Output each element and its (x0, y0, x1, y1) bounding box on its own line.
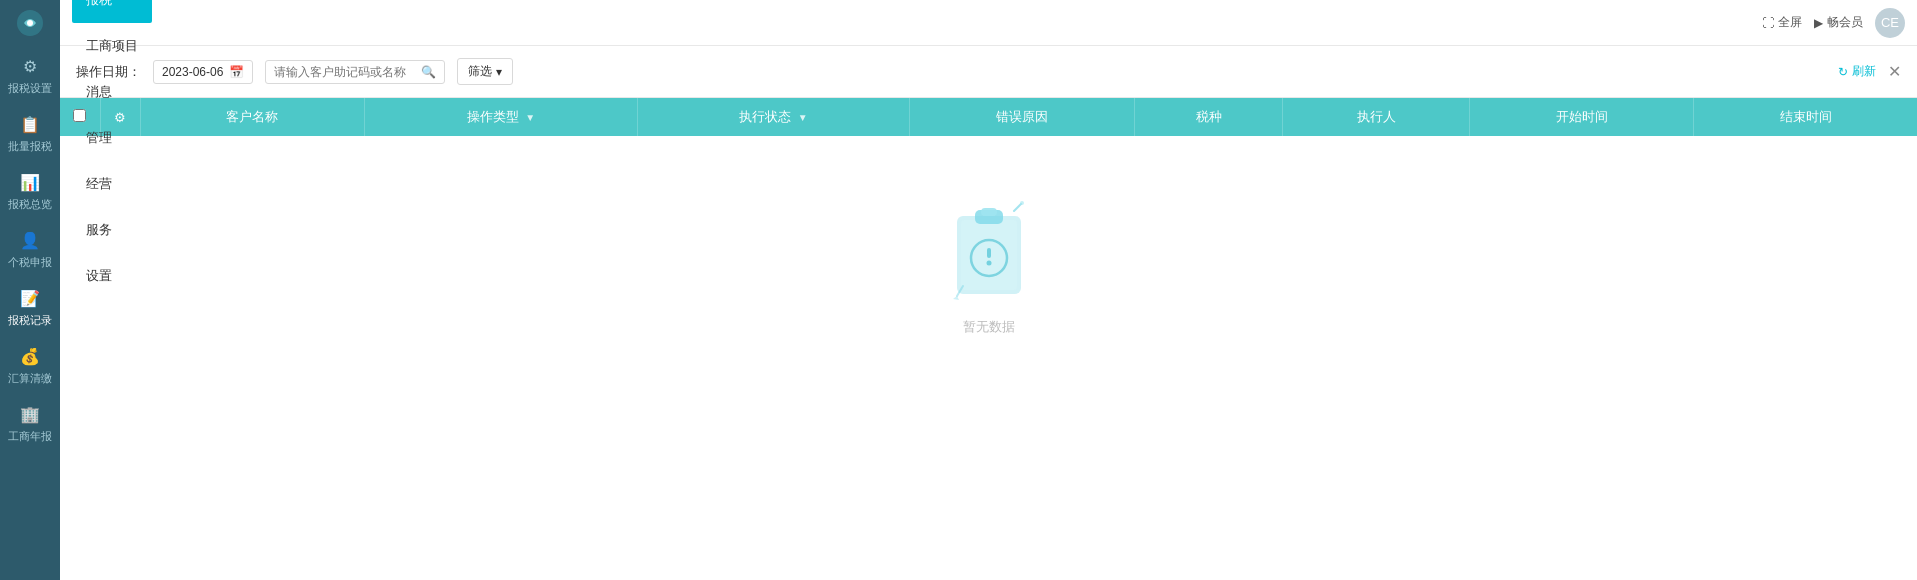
sidebar-item-tax-summary[interactable]: 📊 报税总览 (0, 162, 60, 220)
member-label: 畅会员 (1827, 14, 1863, 31)
sidebar-item-label: 汇算清缴 (8, 371, 52, 386)
filter-button[interactable]: 筛选 ▾ (457, 58, 513, 85)
svg-line-9 (1014, 204, 1021, 211)
table-wrap: ⚙ 客户名称 操作类型 ▼ 执行状态 ▼ 错误原因 税种 执行人 开始时间 结束… (60, 98, 1917, 580)
sidebar-item-label: 个税申报 (8, 255, 52, 270)
toolbar: 操作日期： 2023-06-06 📅 🔍 筛选 ▾ ↻ 刷新 ✕ (60, 46, 1917, 98)
fullscreen-button[interactable]: ⛶ 全屏 (1762, 14, 1802, 31)
date-value: 2023-06-06 (162, 65, 223, 79)
th-start-time: 开始时间 (1469, 98, 1693, 136)
tax-record-icon: 📝 (18, 286, 42, 310)
sidebar-item-label: 报税记录 (8, 313, 52, 328)
avatar[interactable]: CE (1875, 8, 1905, 38)
sidebar-item-tax-settings[interactable]: ⚙ 报税设置 (0, 46, 60, 104)
sidebar-item-annual-report[interactable]: 🏢 工商年报 (0, 394, 60, 452)
exec-status-filter-icon: ▼ (798, 112, 808, 123)
topnav-item-service[interactable]: 服务 (72, 207, 152, 253)
sidebar-items: ⚙ 报税设置 📋 批量报税 📊 报税总览 👤 个税申报 📝 报税记录 💰 汇算清缴 🏢 工商年报 (0, 46, 60, 452)
th-executor: 执行人 (1283, 98, 1470, 136)
toolbar-right: ↻ 刷新 ✕ (1838, 62, 1901, 81)
svg-rect-5 (981, 208, 997, 216)
topnav-item-management[interactable]: 管理 (72, 115, 152, 161)
svg-point-8 (986, 261, 991, 266)
topnav-item-settings[interactable]: 设置 (72, 253, 152, 299)
sidebar-item-batch-tax[interactable]: 📋 批量报税 (0, 104, 60, 162)
main-area: 首页客户收费票据new记账报税工商项目消息管理经营服务设置 ⛶ 全屏 ▶ 畅会员… (60, 0, 1917, 580)
topnav-item-message[interactable]: 消息 (72, 69, 152, 115)
empty-state-row: 暂无数据 (60, 136, 1917, 376)
sidebar-item-label: 工商年报 (8, 429, 52, 444)
sidebar-item-personal-tax[interactable]: 👤 个税申报 (0, 220, 60, 278)
annual-report-icon: 🏢 (18, 402, 42, 426)
sidebar-item-tax-record[interactable]: 📝 报税记录 (0, 278, 60, 336)
topnav: 首页客户收费票据new记账报税工商项目消息管理经营服务设置 ⛶ 全屏 ▶ 畅会员… (60, 0, 1917, 46)
sidebar-item-label: 报税设置 (8, 81, 52, 96)
settlement-icon: 💰 (18, 344, 42, 368)
tax-summary-icon: 📊 (18, 170, 42, 194)
op-type-filter-icon: ▼ (525, 112, 535, 123)
table-header-row: ⚙ 客户名称 操作类型 ▼ 执行状态 ▼ 错误原因 税种 执行人 开始时间 结束… (60, 98, 1917, 136)
sidebar-item-label: 批量报税 (8, 139, 52, 154)
sidebar-item-settlement[interactable]: 💰 汇算清缴 (0, 336, 60, 394)
empty-text: 暂无数据 (963, 318, 1015, 336)
refresh-icon: ↻ (1838, 65, 1848, 79)
svg-point-1 (27, 20, 33, 26)
topnav-items: 首页客户收费票据new记账报税工商项目消息管理经营服务设置 (72, 0, 152, 299)
topnav-item-industry[interactable]: 工商项目 (72, 23, 152, 69)
date-input[interactable]: 2023-06-06 📅 (153, 60, 253, 84)
search-box[interactable]: 🔍 (265, 60, 445, 84)
member-button[interactable]: ▶ 畅会员 (1814, 14, 1863, 31)
tax-settings-icon: ⚙ (18, 54, 42, 78)
video-icon: ▶ (1814, 16, 1823, 30)
filter-label: 筛选 (468, 63, 492, 80)
fullscreen-label: 全屏 (1778, 14, 1802, 31)
empty-state-cell: 暂无数据 (60, 136, 1917, 376)
sidebar-item-label: 报税总览 (8, 197, 52, 212)
svg-marker-12 (953, 296, 959, 300)
close-button[interactable]: ✕ (1888, 62, 1901, 81)
data-table: ⚙ 客户名称 操作类型 ▼ 执行状态 ▼ 错误原因 税种 执行人 开始时间 结束… (60, 98, 1917, 376)
refresh-button[interactable]: ↻ 刷新 (1838, 63, 1876, 80)
chevron-down-icon: ▾ (496, 65, 502, 79)
topnav-item-operation[interactable]: 经营 (72, 161, 152, 207)
batch-tax-icon: 📋 (18, 112, 42, 136)
sidebar: ⚙ 报税设置 📋 批量报税 📊 报税总览 👤 个税申报 📝 报税记录 💰 汇算清缴 🏢 工商年报 (0, 0, 60, 580)
svg-point-10 (1020, 201, 1024, 205)
personal-tax-icon: 👤 (18, 228, 42, 252)
topnav-right: ⛶ 全屏 ▶ 畅会员 CE (1762, 8, 1905, 38)
sidebar-logo (0, 0, 60, 46)
th-tax-type: 税种 (1134, 98, 1283, 136)
content-area: 操作日期： 2023-06-06 📅 🔍 筛选 ▾ ↻ 刷新 ✕ (60, 46, 1917, 580)
th-error-reason: 错误原因 (910, 98, 1134, 136)
search-icon: 🔍 (421, 65, 436, 79)
topnav-item-tax[interactable]: 报税 (72, 0, 152, 23)
svg-rect-7 (987, 248, 991, 258)
th-exec-status[interactable]: 执行状态 ▼ (637, 98, 910, 136)
th-op-type[interactable]: 操作类型 ▼ (364, 98, 637, 136)
table-body: 暂无数据 (60, 136, 1917, 376)
empty-illustration (939, 196, 1039, 306)
search-input[interactable] (274, 65, 417, 79)
refresh-label: 刷新 (1852, 63, 1876, 80)
th-client-name: 客户名称 (140, 98, 364, 136)
calendar-icon: 📅 (229, 65, 244, 79)
empty-state: 暂无数据 (60, 136, 1917, 376)
th-end-time: 结束时间 (1694, 98, 1917, 136)
fullscreen-icon: ⛶ (1762, 16, 1774, 30)
